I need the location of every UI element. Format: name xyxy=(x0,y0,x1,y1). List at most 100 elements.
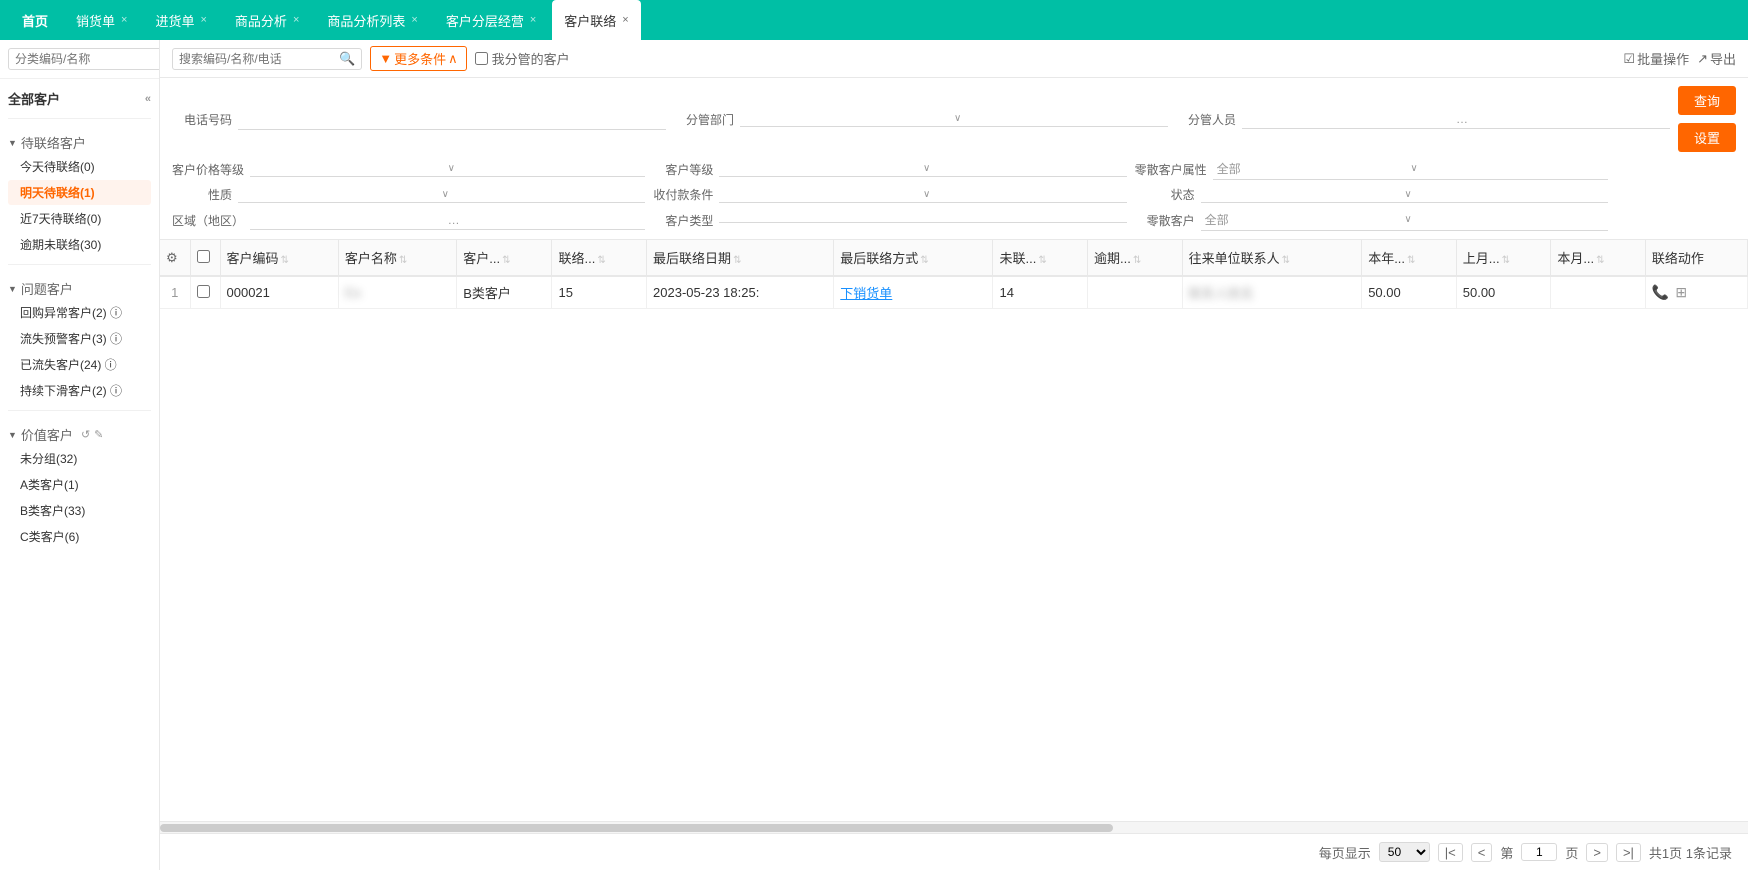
status-chevron-icon: ∨ xyxy=(1404,189,1604,200)
sort-overdue-icon[interactable]: ⇅ xyxy=(1133,255,1141,266)
unit-contact-blurred: 联系人姓名 xyxy=(1189,286,1254,301)
bulk-ops-btn[interactable]: ☑ 批量操作 xyxy=(1623,49,1689,68)
sort-code-icon[interactable]: ⇅ xyxy=(281,255,289,266)
sidebar-item-declining[interactable]: 持续下滑客户(2) ⓘ xyxy=(8,378,151,403)
payment-select[interactable]: ∨ xyxy=(719,187,1126,203)
row-this-month xyxy=(1551,276,1646,309)
export-btn[interactable]: ↗ 导出 xyxy=(1697,49,1736,68)
dept-select[interactable]: ∨ xyxy=(740,111,1168,127)
th-last-date: 最后联络日期⇅ xyxy=(647,240,834,276)
my-customers-checkbox[interactable] xyxy=(475,52,488,65)
sort-year-icon[interactable]: ⇅ xyxy=(1407,255,1415,266)
sidebar-item-class-b[interactable]: B类客户(33) xyxy=(8,498,151,523)
prev-page-btn[interactable]: < xyxy=(1471,843,1493,862)
region-label: 区域（地区） xyxy=(172,212,244,229)
close-purchase-icon[interactable]: × xyxy=(200,14,206,26)
edit-icon[interactable]: ✎ xyxy=(94,428,103,441)
sort-last-month-icon[interactable]: ⇅ xyxy=(1502,255,1510,266)
row-overdue xyxy=(1088,276,1183,309)
sort-uncontacted-icon[interactable]: ⇅ xyxy=(1038,255,1046,266)
value-customers-label[interactable]: 价值客户 ↺ ✎ xyxy=(8,421,151,446)
sort-method-icon[interactable]: ⇅ xyxy=(920,255,928,266)
sidebar-item-ungrouped[interactable]: 未分组(32) xyxy=(8,446,151,471)
page-size-select[interactable]: 50 100 200 xyxy=(1379,842,1430,862)
nav-sales[interactable]: 销货单 × xyxy=(64,0,139,40)
payment-field: 收付款条件 ∨ xyxy=(653,186,1126,203)
region-more-icon[interactable]: … xyxy=(444,213,642,227)
query-btn[interactable]: 查询 xyxy=(1678,86,1736,115)
sort-date-icon[interactable]: ⇅ xyxy=(733,255,741,266)
first-page-btn[interactable]: |< xyxy=(1438,843,1463,862)
more-conditions-btn[interactable]: ▼ 更多条件 ∧ xyxy=(370,46,466,71)
person-field: 分管人员 … xyxy=(1176,110,1670,129)
sort-type-icon[interactable]: ⇅ xyxy=(502,255,510,266)
select-all-checkbox[interactable] xyxy=(197,250,210,263)
status-select[interactable]: ∨ xyxy=(1201,187,1608,203)
last-method-link[interactable]: 下销货单 xyxy=(840,286,892,301)
sidebar-item-repurchase-abnormal[interactable]: 回购异常客户(2) ⓘ xyxy=(8,300,151,325)
refresh-icon[interactable]: ↺ xyxy=(81,428,90,441)
problem-customers-label[interactable]: 问题客户 xyxy=(8,275,151,300)
price-grade-select[interactable]: ∨ xyxy=(250,161,645,177)
pending-contact-label[interactable]: 待联络客户 xyxy=(8,129,151,154)
close-customer-tier-icon[interactable]: × xyxy=(530,14,536,26)
search-input[interactable] xyxy=(179,52,339,66)
sidebar-item-churned[interactable]: 已流失客户(24) ⓘ xyxy=(8,352,151,377)
nav-customer-contact[interactable]: 客户联络 × xyxy=(552,0,640,40)
sidebar-search-input[interactable] xyxy=(8,48,160,70)
row-this-year: 50.00 xyxy=(1362,276,1457,309)
nature-select[interactable]: ∨ xyxy=(238,187,645,203)
close-analysis-list-icon[interactable]: × xyxy=(411,14,417,26)
export-icon: ↗ xyxy=(1697,51,1708,67)
nav-purchase[interactable]: 进货单 × xyxy=(143,0,218,40)
next-page-btn[interactable]: > xyxy=(1586,843,1608,862)
sidebar-item-overdue[interactable]: 逾期未联络(30) xyxy=(8,232,151,257)
call-icon[interactable]: 📞 xyxy=(1652,284,1669,301)
nav-customer-tier[interactable]: 客户分层经营 × xyxy=(434,0,548,40)
person-select[interactable]: … xyxy=(1242,110,1670,129)
gear-icon[interactable]: ⚙ xyxy=(166,250,178,265)
close-sales-icon[interactable]: × xyxy=(121,14,127,26)
row-select-checkbox[interactable] xyxy=(197,285,210,298)
person-more-icon[interactable]: … xyxy=(1452,112,1666,126)
close-customer-contact-icon[interactable]: × xyxy=(622,14,628,26)
retail-attr-field: 零散客户属性 全部 ∨ xyxy=(1135,158,1608,180)
customer-grade-select[interactable]: ∨ xyxy=(719,161,1126,177)
sidebar-item-class-c[interactable]: C类客户(6) xyxy=(8,524,151,549)
scroll-thumb[interactable] xyxy=(160,824,1113,832)
sidebar-item-tomorrow[interactable]: 明天待联络(1) xyxy=(8,180,151,205)
data-table-wrap: ⚙ 客户编码⇅ 客户名称⇅ 客户...⇅ 联络...⇅ 最后联络日期⇅ 最后联络… xyxy=(160,240,1748,821)
horizontal-scrollbar[interactable] xyxy=(160,821,1748,833)
sidebar-item-week[interactable]: 近7天待联络(0) xyxy=(8,206,151,231)
nav-analysis-list[interactable]: 商品分析列表 × xyxy=(315,0,429,40)
main-layout: 🔍 全部客户 « 待联络客户 今天待联络(0) 明天待联络(1) 近7天待联络(… xyxy=(0,40,1748,870)
search-icon[interactable]: 🔍 xyxy=(339,51,355,67)
retail-attr-select[interactable]: 全部 ∨ xyxy=(1213,158,1608,180)
close-analysis-icon[interactable]: × xyxy=(293,14,299,26)
customer-type-select[interactable] xyxy=(719,218,1126,223)
all-customers-title[interactable]: 全部客户 « xyxy=(8,85,151,112)
grid-icon[interactable]: ⊞ xyxy=(1675,284,1687,301)
customer-grade-field: 客户等级 ∨ xyxy=(653,161,1126,178)
retail-customer-select[interactable]: 全部 ∨ xyxy=(1201,209,1608,231)
sidebar-item-today[interactable]: 今天待联络(0) xyxy=(8,154,151,179)
nav-home[interactable]: 首页 xyxy=(10,0,60,40)
sidebar-item-churn-warning[interactable]: 流失预警客户(3) ⓘ xyxy=(8,326,151,351)
last-page-btn[interactable]: >| xyxy=(1616,843,1641,862)
sort-name-icon[interactable]: ⇅ xyxy=(399,255,407,266)
page-number-input[interactable] xyxy=(1521,843,1557,861)
sort-this-month-icon[interactable]: ⇅ xyxy=(1596,255,1604,266)
payment-chevron-icon: ∨ xyxy=(923,189,1123,200)
top-navigation: 首页 销货单 × 进货单 × 商品分析 × 商品分析列表 × 客户分层经营 × … xyxy=(0,0,1748,40)
person-label: 分管人员 xyxy=(1176,111,1236,128)
phone-input[interactable] xyxy=(238,109,666,130)
sidebar-item-class-a[interactable]: A类客户(1) xyxy=(8,472,151,497)
settings-btn[interactable]: 设置 xyxy=(1678,123,1736,152)
region-select[interactable]: … xyxy=(250,211,645,230)
nav-analysis[interactable]: 商品分析 × xyxy=(223,0,311,40)
sort-contact-icon[interactable]: ⇅ xyxy=(597,255,605,266)
sort-unit-icon[interactable]: ⇅ xyxy=(1282,255,1290,266)
action-icons-wrap: 📞 ⊞ xyxy=(1652,284,1741,301)
th-gear[interactable]: ⚙ xyxy=(160,240,190,276)
customer-type-field: 客户类型 xyxy=(653,212,1126,229)
